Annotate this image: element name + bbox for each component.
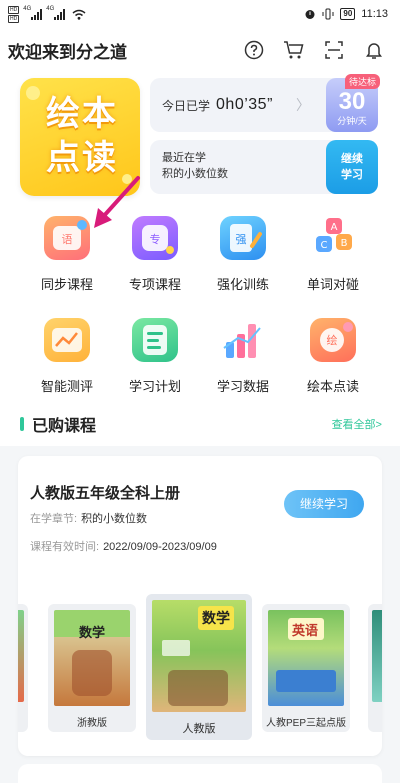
feature-label: 绘本点读 xyxy=(306,379,359,394)
picture-book-icon: 绘 xyxy=(310,318,356,362)
book-cover: 数学 xyxy=(152,600,246,712)
today-time: 0h0’35” xyxy=(216,96,273,113)
sync-course-icon: 语 xyxy=(44,216,90,260)
clock: 11:13 xyxy=(361,8,388,20)
book-cover-title: 英语 xyxy=(292,623,319,638)
alarm-icon xyxy=(305,10,315,19)
picture-book-banner-text: 绘本点读 xyxy=(46,95,118,177)
today-study-card[interactable]: 今日已学 0h0’35” 〉 待达标 30 分钟/天 xyxy=(150,74,380,132)
feature-smart-test[interactable]: 智能测评 xyxy=(22,318,112,395)
bell-icon[interactable] xyxy=(362,38,386,62)
course-card[interactable]: 人教版五年级全科上册 在学章节: 积的小数位数 课程有效时间: 2022/09/09… xyxy=(18,456,382,756)
daily-goal-badge[interactable]: 待达标 30 分钟/天 xyxy=(326,74,380,132)
course-continue-button[interactable]: 继续学习 xyxy=(284,490,364,518)
hero-area: 绘本点读 今日已学 0h0’35” 〉 待达标 30 分钟/天 最近在学 积的小… xyxy=(0,72,400,202)
signal-1-icon: 4G xyxy=(23,6,43,20)
feature-label: 专项课程 xyxy=(128,277,181,292)
net2-label: 4G xyxy=(46,6,55,12)
arrow-annotation xyxy=(94,176,140,228)
svg-text:C: C xyxy=(321,240,328,251)
svg-text:语: 语 xyxy=(62,233,73,246)
feature-picture-book[interactable]: 绘 绘本点读 xyxy=(288,318,378,395)
chapter-value: 积的小数位数 xyxy=(81,513,148,525)
feature-label: 单词对碰 xyxy=(306,277,359,292)
book-edition: 人教版 xyxy=(182,723,216,735)
book-item[interactable]: 数学 浙教版 xyxy=(48,604,136,732)
purchased-courses-title: 已购课程 xyxy=(32,418,97,435)
feature-label: 同步课程 xyxy=(40,277,93,292)
continue-study-button[interactable]: 继续学习 xyxy=(326,140,378,194)
battery-level: 90 xyxy=(340,8,356,20)
status-bar: HD HD 4G 4G 90 11:13 xyxy=(0,0,400,28)
svg-text:绘: 绘 xyxy=(327,333,338,347)
training-icon: 强 xyxy=(220,216,266,260)
feature-study-data[interactable]: 学习数据 xyxy=(198,318,288,395)
book-partial-left[interactable] xyxy=(18,604,28,732)
feature-study-plan[interactable]: 学习计划 xyxy=(110,318,200,395)
continue-study-label: 继续学习 xyxy=(341,153,363,181)
feature-label: 学习计划 xyxy=(128,379,181,394)
feature-training[interactable]: 强 强化训练 xyxy=(198,216,288,293)
svg-text:专: 专 xyxy=(150,232,161,246)
book-cover: 数学 xyxy=(54,610,130,706)
top-bar: 欢迎来到分之道 xyxy=(0,28,400,72)
sim2-badge: HD xyxy=(8,14,20,23)
validity-label: 课程有效时间: xyxy=(30,541,100,553)
study-plan-icon xyxy=(132,318,178,362)
signal-2-icon: 4G xyxy=(46,6,66,20)
svg-text:强: 强 xyxy=(236,233,247,246)
feature-word-match[interactable]: AB C 单词对碰 xyxy=(288,216,378,293)
sim1-badge: HD xyxy=(8,5,20,14)
today-label: 今日已学 xyxy=(162,98,211,113)
help-icon[interactable] xyxy=(242,38,266,62)
wifi-icon xyxy=(72,9,86,20)
book-cover-title: 数学 xyxy=(78,625,105,640)
course-chapter: 在学章节: 积的小数位数 xyxy=(30,510,147,526)
purchased-courses-header: 已购课程 查看全部> xyxy=(0,402,400,446)
scan-icon[interactable] xyxy=(322,38,346,62)
smart-test-icon xyxy=(44,318,90,362)
goal-unit: 分钟/天 xyxy=(337,116,367,126)
feature-grid: 语 同步课程 专 专项课程 强 强化训练 AB C 单词对碰 智能测评 学习计划 xyxy=(0,202,400,402)
validity-value: 2022/09/09-2023/09/09 xyxy=(103,541,217,553)
book-edition: 人教PEP三起点版 xyxy=(265,718,346,729)
study-data-icon xyxy=(220,318,266,362)
view-all-link[interactable]: 查看全部> xyxy=(332,416,382,432)
course-validity: 课程有效时间: 2022/09/09-2023/09/09 xyxy=(30,538,217,554)
book-edition: 浙教版 xyxy=(77,718,107,729)
svg-text:A: A xyxy=(331,222,338,233)
chapter-label: 在学章节: xyxy=(30,513,78,525)
net1-label: 4G xyxy=(23,6,32,12)
feature-label: 强化训练 xyxy=(216,277,269,292)
section-accent-bar xyxy=(20,417,24,431)
goal-status-tag: 待达标 xyxy=(344,74,380,89)
svg-text:B: B xyxy=(341,238,348,249)
feature-label: 学习数据 xyxy=(216,379,269,394)
word-match-icon: AB C xyxy=(310,216,356,260)
cart-icon[interactable] xyxy=(282,38,306,62)
book-shelf[interactable]: 数学 浙教版 数学 人教版 英语 人教PEP三起点版 xyxy=(18,594,382,744)
course-title: 人教版五年级全科上册 xyxy=(30,485,181,502)
feature-label: 智能测评 xyxy=(40,379,93,394)
book-cover: 英语 xyxy=(268,610,344,706)
book-partial-right[interactable] xyxy=(368,604,382,732)
chevron-right-icon: 〉 xyxy=(296,97,310,113)
book-item[interactable]: 英语 人教PEP三起点版 xyxy=(262,604,350,732)
next-card-peek xyxy=(18,764,382,783)
book-item-selected[interactable]: 数学 人教版 xyxy=(146,594,252,740)
recent-study-card[interactable]: 最近在学 积的小数位数 继续学习 xyxy=(150,140,378,194)
book-cover-title: 数学 xyxy=(202,610,230,626)
greeting-title: 欢迎来到分之道 xyxy=(8,42,127,62)
goal-value: 30 xyxy=(338,88,366,115)
vibrate-icon xyxy=(322,8,334,20)
